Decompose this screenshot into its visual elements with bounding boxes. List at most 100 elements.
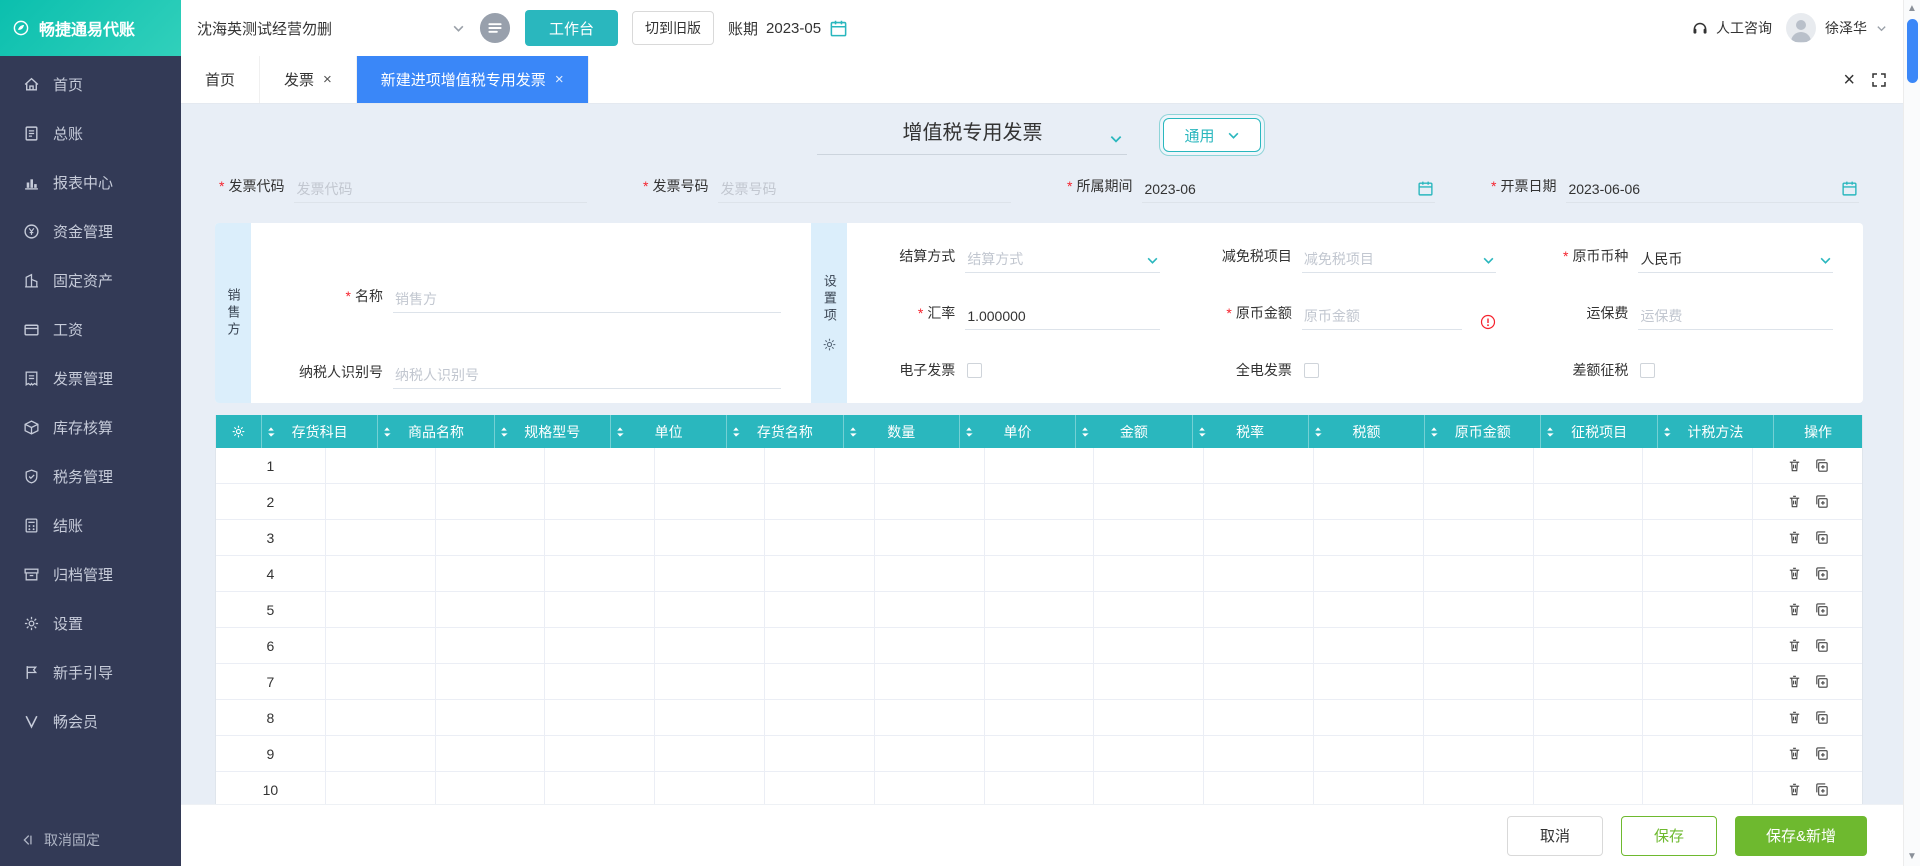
table-cell[interactable] bbox=[765, 772, 875, 804]
copy-row-icon[interactable] bbox=[1814, 638, 1829, 653]
table-cell[interactable] bbox=[765, 484, 875, 519]
table-cell[interactable] bbox=[765, 520, 875, 555]
column-header-存货科目[interactable]: 存货科目 bbox=[262, 415, 379, 448]
delete-row-icon[interactable] bbox=[1787, 530, 1802, 545]
table-cell[interactable] bbox=[1534, 556, 1644, 591]
sidebar-item-首页[interactable]: 首页 bbox=[0, 60, 181, 109]
table-cell[interactable] bbox=[1424, 772, 1534, 804]
delete-row-icon[interactable] bbox=[1787, 710, 1802, 725]
sort-icon[interactable] bbox=[1314, 426, 1322, 437]
delete-row-icon[interactable] bbox=[1787, 602, 1802, 617]
table-cell[interactable] bbox=[985, 448, 1095, 483]
close-icon[interactable]: × bbox=[1843, 70, 1855, 90]
sort-icon[interactable] bbox=[1430, 426, 1438, 437]
table-cell[interactable] bbox=[1204, 700, 1314, 735]
unpin-button[interactable]: 取消固定 bbox=[0, 814, 181, 866]
table-cell[interactable] bbox=[655, 448, 765, 483]
table-cell[interactable] bbox=[655, 520, 765, 555]
table-cell[interactable] bbox=[875, 628, 985, 663]
calendar-icon[interactable] bbox=[1841, 180, 1858, 197]
table-cell[interactable] bbox=[1534, 736, 1644, 771]
table-cell[interactable] bbox=[985, 592, 1095, 627]
table-cell[interactable] bbox=[1094, 628, 1205, 663]
table-cell[interactable] bbox=[436, 556, 546, 591]
table-cell[interactable] bbox=[655, 556, 765, 591]
table-cell[interactable] bbox=[985, 556, 1095, 591]
table-cell[interactable] bbox=[985, 484, 1095, 519]
invoice-number-input[interactable] bbox=[718, 176, 1011, 203]
table-cell[interactable] bbox=[545, 484, 656, 519]
table-cell[interactable] bbox=[875, 664, 985, 699]
period-input[interactable] bbox=[1142, 176, 1435, 203]
table-cell[interactable] bbox=[1204, 448, 1314, 483]
delete-row-icon[interactable] bbox=[1787, 674, 1802, 689]
table-cell[interactable] bbox=[875, 520, 985, 555]
table-cell[interactable] bbox=[545, 556, 656, 591]
table-cell[interactable] bbox=[1534, 448, 1644, 483]
differential-tax-checkbox[interactable] bbox=[1640, 362, 1656, 378]
original-amount-input[interactable] bbox=[1301, 303, 1463, 330]
table-cell[interactable] bbox=[1534, 592, 1644, 627]
table-cell[interactable] bbox=[1094, 592, 1205, 627]
invoice-date-input[interactable] bbox=[1566, 176, 1859, 203]
scroll-down-icon[interactable]: ▼ bbox=[1907, 850, 1917, 864]
sidebar-item-资金管理[interactable]: 资金管理 bbox=[0, 207, 181, 256]
table-cell[interactable] bbox=[545, 772, 656, 804]
table-cell[interactable] bbox=[545, 628, 656, 663]
support-link[interactable]: 人工咨询 bbox=[1691, 18, 1772, 38]
column-header-计税方法[interactable]: 计税方法 bbox=[1658, 415, 1775, 448]
copy-row-icon[interactable] bbox=[1814, 710, 1829, 725]
table-cell[interactable] bbox=[1314, 484, 1424, 519]
switch-old-version-button[interactable]: 切到旧版 bbox=[632, 11, 715, 45]
table-cell[interactable] bbox=[326, 556, 436, 591]
app-logo[interactable]: 畅捷通易代账 bbox=[0, 0, 181, 56]
table-cell[interactable] bbox=[1424, 484, 1534, 519]
table-cell[interactable] bbox=[545, 448, 656, 483]
table-cell[interactable] bbox=[1643, 520, 1754, 555]
copy-row-icon[interactable] bbox=[1814, 602, 1829, 617]
accounting-period[interactable]: 账期 2023-05 bbox=[728, 18, 848, 39]
tab-发票[interactable]: 发票 × bbox=[260, 56, 357, 103]
table-cell[interactable] bbox=[1094, 484, 1205, 519]
cancel-button[interactable]: 取消 bbox=[1507, 815, 1603, 856]
table-cell[interactable] bbox=[545, 520, 656, 555]
table-cell[interactable] bbox=[1204, 664, 1314, 699]
save-and-new-button[interactable]: 保存&新增 bbox=[1735, 815, 1867, 856]
table-cell[interactable] bbox=[1094, 448, 1205, 483]
table-cell[interactable] bbox=[655, 628, 765, 663]
table-cell[interactable] bbox=[765, 700, 875, 735]
sort-icon[interactable] bbox=[616, 426, 624, 437]
company-selector[interactable]: 沈海英测试经营勿删 bbox=[197, 18, 465, 39]
column-header-数量[interactable]: 数量 bbox=[844, 415, 960, 448]
table-cell[interactable] bbox=[1424, 664, 1534, 699]
table-cell[interactable] bbox=[1424, 448, 1534, 483]
table-cell[interactable] bbox=[1314, 592, 1424, 627]
table-cell[interactable] bbox=[1094, 520, 1205, 555]
table-cell[interactable] bbox=[1424, 628, 1534, 663]
table-cell[interactable] bbox=[1643, 484, 1754, 519]
copy-row-icon[interactable] bbox=[1814, 494, 1829, 509]
settlement-select[interactable] bbox=[965, 246, 1160, 273]
table-cell[interactable] bbox=[545, 592, 656, 627]
table-cell[interactable] bbox=[1204, 520, 1314, 555]
table-cell[interactable] bbox=[1534, 664, 1644, 699]
copy-row-icon[interactable] bbox=[1814, 746, 1829, 761]
fullscreen-icon[interactable] bbox=[1871, 72, 1887, 88]
taxid-input[interactable] bbox=[393, 362, 782, 389]
sidebar-item-发票管理[interactable]: 发票管理 bbox=[0, 354, 181, 403]
table-cell[interactable] bbox=[326, 700, 436, 735]
table-cell[interactable] bbox=[1314, 628, 1424, 663]
column-header-单价[interactable]: 单价 bbox=[960, 415, 1077, 448]
table-cell[interactable] bbox=[1314, 736, 1424, 771]
column-header-存货名称[interactable]: 存货名称 bbox=[727, 415, 844, 448]
table-cell[interactable] bbox=[436, 736, 546, 771]
table-cell[interactable] bbox=[985, 700, 1095, 735]
delete-row-icon[interactable] bbox=[1787, 782, 1802, 797]
sort-icon[interactable] bbox=[965, 426, 973, 437]
tab-新建进项增值税专用发票[interactable]: 新建进项增值税专用发票 × bbox=[356, 56, 589, 103]
calendar-icon[interactable] bbox=[1417, 180, 1434, 197]
table-cell[interactable] bbox=[1643, 664, 1754, 699]
invoice-code-input[interactable] bbox=[294, 176, 587, 203]
table-cell[interactable] bbox=[875, 556, 985, 591]
table-cell[interactable] bbox=[1094, 664, 1205, 699]
